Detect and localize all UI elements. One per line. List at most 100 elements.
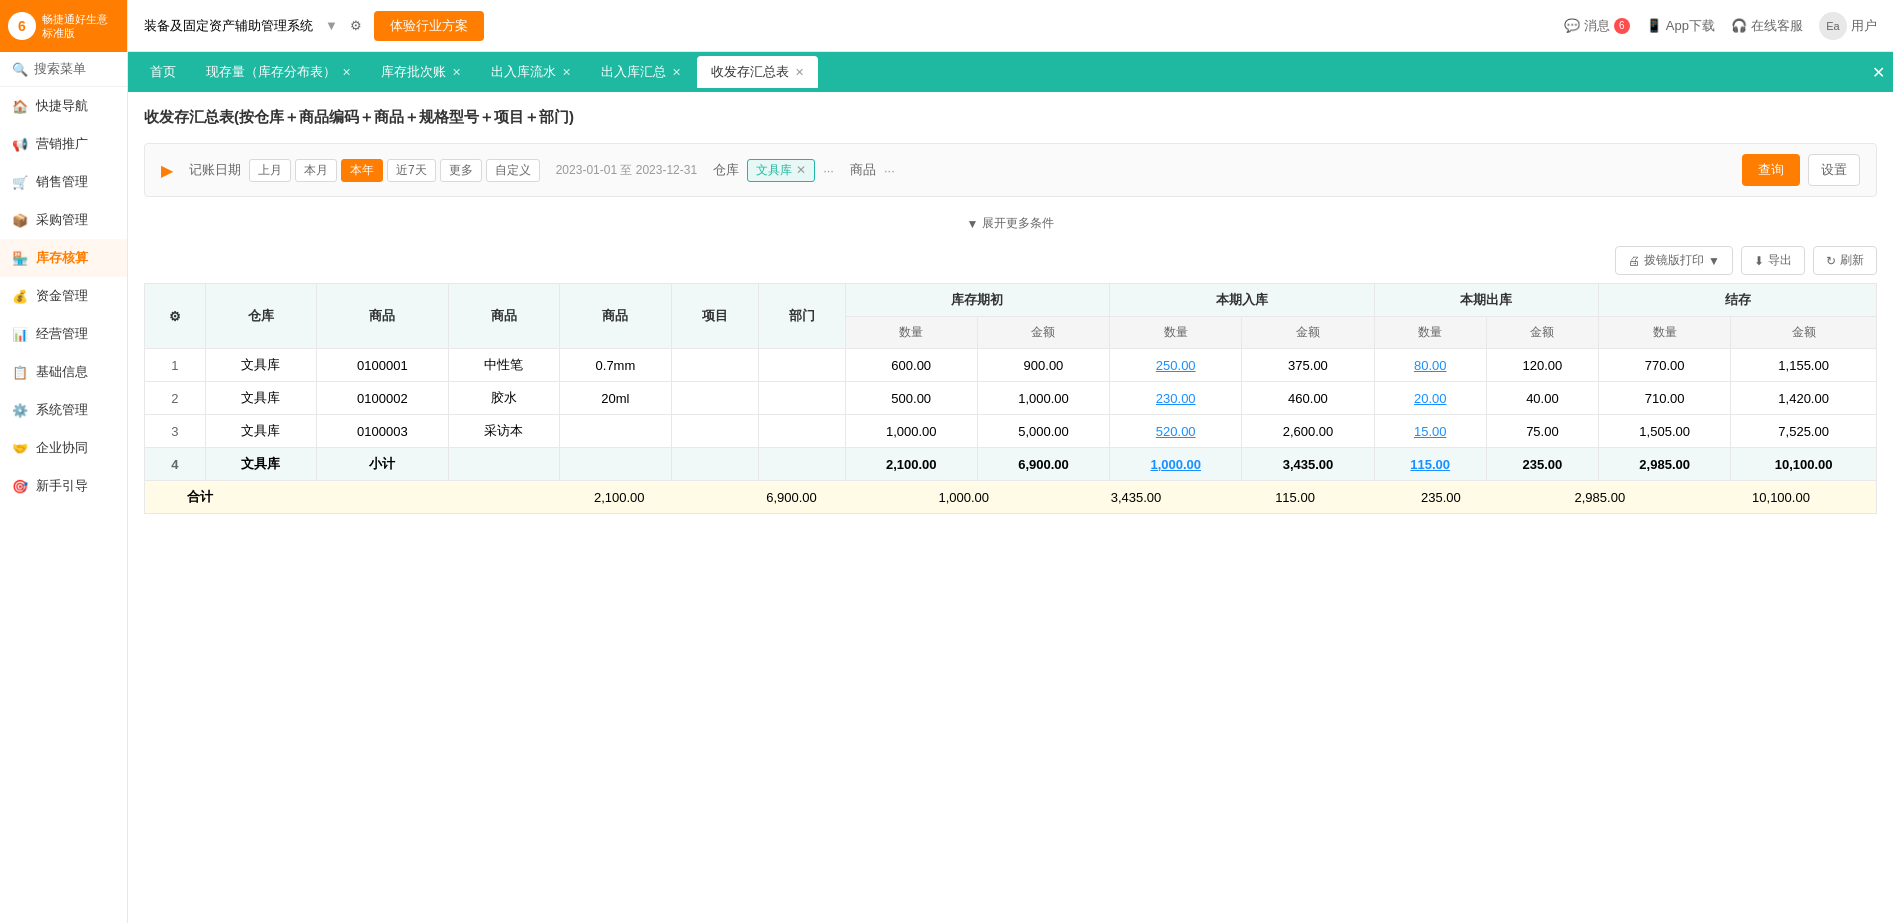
tab-close-stock-dist[interactable]: ✕: [342, 66, 351, 79]
table-footer: 合计 2,100.00 6,900.00 1,000.00 3,435.00 1…: [144, 481, 1877, 514]
open-amt-subheader: 金额: [977, 317, 1109, 349]
row3-open-qty: 1,000.00: [845, 415, 977, 448]
tab-recv-send[interactable]: 收发存汇总表 ✕: [697, 56, 818, 88]
footer-open-qty: 2,100.00: [533, 488, 705, 506]
sidebar-item-finance[interactable]: 💰 资金管理: [0, 277, 127, 315]
user-item[interactable]: Ea 用户: [1819, 12, 1877, 40]
subtotal-col6: [758, 448, 845, 481]
sidebar-item-system[interactable]: ⚙️ 系统管理: [0, 391, 127, 429]
sidebar-item-sales[interactable]: 🛒 销售管理: [0, 163, 127, 201]
gear-icon[interactable]: ⚙: [350, 18, 362, 33]
footer-open-amt: 6,900.00: [705, 488, 877, 506]
row2-out-qty[interactable]: 20.00: [1374, 382, 1486, 415]
date-btn-more[interactable]: 更多: [440, 159, 482, 182]
sidebar-item-purchase[interactable]: 📦 采购管理: [0, 201, 127, 239]
date-btn-cur-month[interactable]: 本月: [295, 159, 337, 182]
subtotal-in-amt: 3,435.00: [1242, 448, 1374, 481]
sidebar-item-basic-info[interactable]: 📋 基础信息: [0, 353, 127, 391]
topbar-right: 💬 消息 6 📱 App下载 🎧 在线客服 Ea 用户: [1564, 12, 1877, 40]
table-row: 2 文具库 0100002 胶水 20ml 500.00 1,000.00 23…: [145, 382, 1877, 415]
headset-icon: 🎧: [1731, 18, 1747, 33]
print-button[interactable]: 🖨 拨镜版打印 ▼: [1615, 246, 1733, 275]
row2-in-qty[interactable]: 230.00: [1110, 382, 1242, 415]
sidebar-item-new-guide[interactable]: 🎯 新手引导: [0, 467, 127, 505]
row1-out-amt: 120.00: [1486, 349, 1598, 382]
date-btn-7days[interactable]: 近7天: [387, 159, 436, 182]
row1-in-qty[interactable]: 250.00: [1110, 349, 1242, 382]
notification-item[interactable]: 💬 消息 6: [1564, 17, 1630, 35]
row3-out-qty[interactable]: 15.00: [1374, 415, 1486, 448]
subtotal-label: 小计: [316, 448, 448, 481]
footer-in-qty: 1,000.00: [878, 488, 1050, 506]
footer-bal-amt: 10,100.00: [1686, 488, 1876, 506]
expand-icon: ▼: [967, 217, 979, 231]
online-service-item[interactable]: 🎧 在线客服: [1731, 17, 1803, 35]
app-download-item[interactable]: 📱 App下载: [1646, 17, 1715, 35]
date-btn-cur-year[interactable]: 本年: [341, 159, 383, 182]
footer-empty5: [436, 488, 485, 506]
bal-amt-subheader: 金额: [1731, 317, 1877, 349]
subtotal-bal-qty: 2,985.00: [1599, 448, 1731, 481]
user-avatar: Ea: [1819, 12, 1847, 40]
table-toolbar-right: 🖨 拨镜版打印 ▼ ⬇ 导出 ↻ 刷新: [1615, 246, 1877, 275]
trial-button[interactable]: 体验行业方案: [374, 11, 484, 41]
expand-more-btn[interactable]: ▼ 展开更多条件: [144, 209, 1877, 238]
query-button[interactable]: 查询: [1742, 154, 1800, 186]
sidebar-item-inventory[interactable]: 🏪 库存核算: [0, 239, 127, 277]
row3-bal-amt: 7,525.00: [1731, 415, 1877, 448]
row3-warehouse: 文具库: [205, 415, 316, 448]
row1-out-qty[interactable]: 80.00: [1374, 349, 1486, 382]
row2-bal-qty: 710.00: [1599, 382, 1731, 415]
subtotal-bal-amt: 10,100.00: [1731, 448, 1877, 481]
subtotal-warehouse: 文具库: [205, 448, 316, 481]
date-btn-prev-month[interactable]: 上月: [249, 159, 291, 182]
date-btn-custom[interactable]: 自定义: [486, 159, 540, 182]
warehouse-tag-remove[interactable]: ✕: [796, 163, 806, 177]
filter-expand-arrow[interactable]: ▶: [161, 161, 173, 180]
notification-label: 消息: [1584, 17, 1610, 35]
subtotal-no: 4: [145, 448, 206, 481]
bal-qty-subheader: 数量: [1599, 317, 1731, 349]
tab-close-recv-send[interactable]: ✕: [795, 66, 804, 79]
sidebar-item-enterprise[interactable]: 🤝 企业协同: [0, 429, 127, 467]
row2-out-amt: 40.00: [1486, 382, 1598, 415]
row1-bal-qty: 770.00: [1599, 349, 1731, 382]
notification-icon: 💬: [1564, 18, 1580, 33]
goods-more-btn[interactable]: ···: [884, 163, 895, 178]
tab-inout-summary[interactable]: 出入库汇总 ✕: [587, 56, 695, 88]
row2-open-amt: 1,000.00: [977, 382, 1109, 415]
sidebar-search[interactable]: 🔍 搜索菜单: [0, 52, 127, 87]
subtotal-col3: [449, 448, 560, 481]
settings-button[interactable]: 设置: [1808, 154, 1860, 186]
tab-batch[interactable]: 库存批次账 ✕: [367, 56, 475, 88]
tab-close-batch[interactable]: ✕: [452, 66, 461, 79]
goods-filter-label: 商品: [850, 161, 876, 179]
row1-open-qty: 600.00: [845, 349, 977, 382]
print-icon: 🖨: [1628, 254, 1640, 268]
tab-close-inout-flow[interactable]: ✕: [562, 66, 571, 79]
date-filter-section: 记账日期 上月 本月 本年 近7天 更多 自定义 2023-01-01 至 20…: [189, 159, 697, 182]
footer-bal-qty: 2,985.00: [1514, 488, 1686, 506]
tab-inout-flow[interactable]: 出入库流水 ✕: [477, 56, 585, 88]
tab-stock-dist[interactable]: 现存量（库存分布表） ✕: [192, 56, 365, 88]
print-dropdown-icon: ▼: [1708, 254, 1720, 268]
sidebar-item-quick-nav[interactable]: 🏠 快捷导航: [0, 87, 127, 125]
phone-icon: 📱: [1646, 18, 1662, 33]
row2-dept: [758, 382, 845, 415]
project-col-header: 项目: [672, 284, 759, 349]
refresh-button[interactable]: ↻ 刷新: [1813, 246, 1877, 275]
home-icon: 🏠: [12, 98, 28, 114]
footer-label: 合计: [177, 488, 289, 506]
settings-col-header[interactable]: ⚙: [145, 284, 206, 349]
table-row: 3 文具库 0100003 采访本 1,000.00 5,000.00 520.…: [145, 415, 1877, 448]
row3-in-qty[interactable]: 520.00: [1110, 415, 1242, 448]
tabs-close-all-button[interactable]: ✕: [1872, 63, 1885, 82]
tab-close-inout-summary[interactable]: ✕: [672, 66, 681, 79]
export-button[interactable]: ⬇ 导出: [1741, 246, 1805, 275]
topbar-dropdown-icon: ▼: [325, 18, 338, 33]
tab-home[interactable]: 首页: [136, 56, 190, 88]
sidebar-item-marketing[interactable]: 📢 营销推广: [0, 125, 127, 163]
period-out-header: 本期出库: [1374, 284, 1598, 317]
sidebar-item-operations[interactable]: 📊 经营管理: [0, 315, 127, 353]
warehouse-more-btn[interactable]: ···: [823, 163, 834, 178]
